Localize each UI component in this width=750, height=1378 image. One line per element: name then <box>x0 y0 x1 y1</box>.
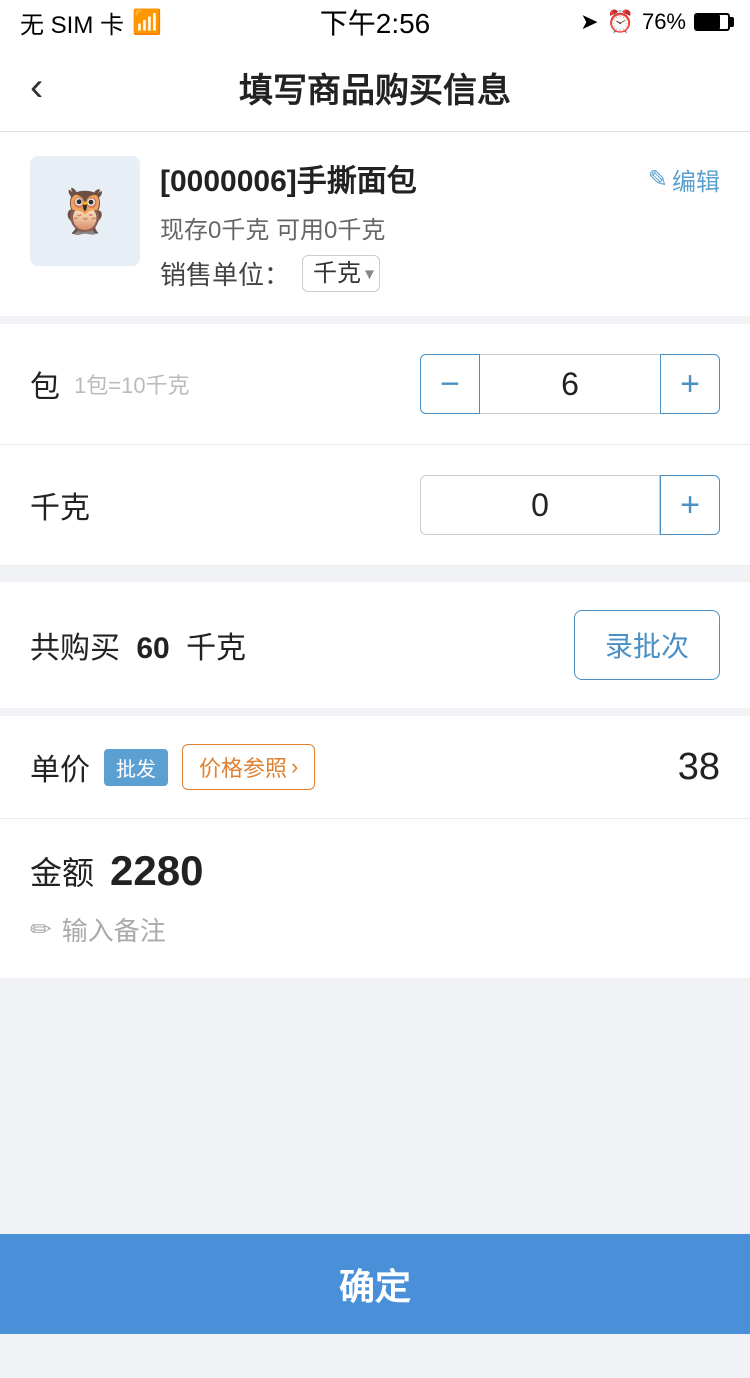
kg-quantity-input[interactable] <box>420 475 660 535</box>
product-stock: 现存0千克 可用0千克 <box>160 210 720 245</box>
note-row[interactable]: ✏ 输入备注 <box>30 911 720 948</box>
price-label-group: 单价 批发 价格参照 › <box>30 744 315 790</box>
package-quantity-input[interactable] <box>480 354 660 414</box>
amount-label: 金额 <box>30 848 94 894</box>
amount-section: 金额 2280 ✏ 输入备注 <box>0 819 750 978</box>
kg-label-group: 千克 <box>30 483 90 527</box>
price-value: 38 <box>678 746 720 789</box>
package-label-group: 包 1包=10千克 <box>30 362 190 406</box>
price-section: 单价 批发 价格参照 › 38 <box>0 716 750 819</box>
main-content: 🦉 [0000006]手撕面包 现存0千克 可用0千克 销售单位： 千克 ✎ 编… <box>0 132 750 1378</box>
status-right: ➤ ⏰ 76% <box>580 9 730 35</box>
price-ref-arrow-icon: › <box>291 754 298 780</box>
product-card: 🦉 [0000006]手撕面包 现存0千克 可用0千克 销售单位： 千克 ✎ 编… <box>0 132 750 324</box>
note-placeholder[interactable]: 输入备注 <box>62 911 166 948</box>
unit-label: 销售单位： <box>160 255 290 292</box>
nav-bar: ‹ 填写商品购买信息 <box>0 44 750 132</box>
back-button[interactable]: ‹ <box>30 65 43 110</box>
product-name: [0000006]手撕面包 <box>160 156 720 200</box>
package-decrease-button[interactable]: − <box>420 354 480 414</box>
wifi-icon: 📶 <box>132 8 162 37</box>
alarm-icon: ⏰ <box>607 9 634 35</box>
edit-button[interactable]: ✎ 编辑 <box>648 162 720 197</box>
page-title: 填写商品购买信息 <box>239 63 511 112</box>
package-quantity-control: − + <box>420 354 720 414</box>
confirm-button[interactable]: 确定 <box>0 1234 750 1334</box>
status-time: 下午2:56 <box>320 2 431 42</box>
kg-quantity-row: 千克 + <box>0 445 750 566</box>
summary-text: 共购买 60 千克 <box>30 623 246 667</box>
note-icon: ✏ <box>30 914 52 945</box>
form-section: 包 1包=10千克 − + 千克 + <box>0 324 750 574</box>
edit-icon: ✎ <box>648 165 668 194</box>
summary-row: 共购买 60 千克 录批次 <box>0 574 750 708</box>
location-icon: ➤ <box>580 9 598 35</box>
price-ref-label: 价格参照 <box>199 751 287 783</box>
package-label: 包 <box>30 362 60 406</box>
kg-label: 千克 <box>30 483 90 527</box>
summary-label: 共购买 <box>30 632 120 665</box>
battery-text: 76% <box>642 9 686 35</box>
package-hint: 1包=10千克 <box>74 368 190 400</box>
battery-icon <box>694 13 730 31</box>
product-info: [0000006]手撕面包 现存0千克 可用0千克 销售单位： 千克 <box>160 156 720 292</box>
amount-row: 金额 2280 <box>30 847 720 895</box>
kg-quantity-control: + <box>420 475 720 535</box>
record-batch-button[interactable]: 录批次 <box>574 610 720 680</box>
status-bar: 无 SIM 卡 📶 下午2:56 ➤ ⏰ 76% <box>0 0 750 44</box>
package-increase-button[interactable]: + <box>660 354 720 414</box>
batch-badge: 批发 <box>104 749 168 786</box>
summary-amount: 60 <box>136 632 169 665</box>
unit-select[interactable]: 千克 <box>302 255 380 292</box>
kg-increase-button[interactable]: + <box>660 475 720 535</box>
amount-value: 2280 <box>110 847 203 895</box>
price-ref-button[interactable]: 价格参照 › <box>182 744 315 790</box>
summary-unit: 千克 <box>186 632 246 665</box>
package-quantity-row: 包 1包=10千克 − + <box>0 324 750 445</box>
spacer <box>0 978 750 1278</box>
status-left: 无 SIM 卡 📶 <box>20 5 162 40</box>
product-unit-row: 销售单位： 千克 <box>160 255 720 292</box>
product-thumbnail: 🦉 <box>30 156 140 266</box>
carrier-text: 无 SIM 卡 <box>20 5 124 40</box>
product-logo-icon: 🦉 <box>58 185 113 237</box>
unit-price-label: 单价 <box>30 745 90 789</box>
unit-selector-wrapper[interactable]: 千克 <box>302 255 380 292</box>
edit-label: 编辑 <box>672 162 720 197</box>
